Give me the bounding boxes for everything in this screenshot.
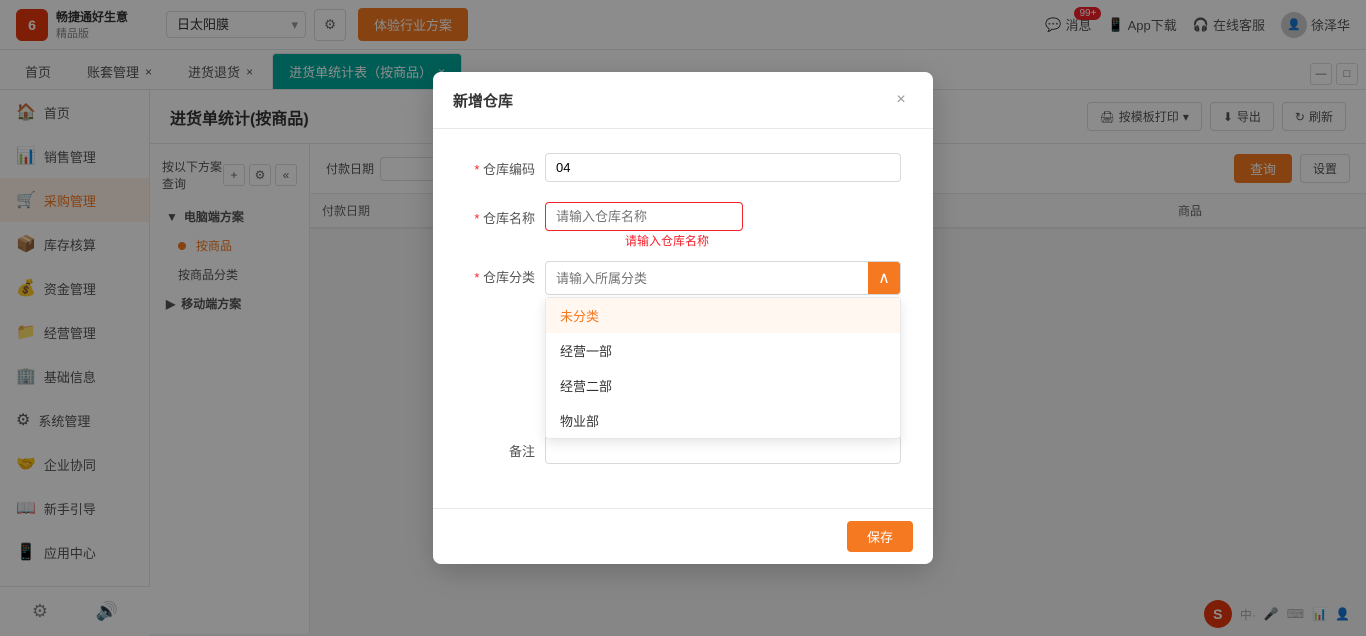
category-input-row: ∧ (545, 261, 901, 295)
code-label: 仓库编码 (465, 153, 545, 178)
code-input[interactable] (545, 153, 901, 182)
dropdown-item-uncategorized[interactable]: 未分类 (546, 298, 900, 333)
dialog-close-button[interactable]: × (889, 88, 913, 112)
name-label: 仓库名称 (465, 202, 545, 227)
category-input[interactable] (546, 265, 868, 292)
name-input[interactable] (545, 202, 743, 231)
dropdown-item-ops2[interactable]: 经营二部 (546, 368, 900, 403)
category-input-wrap: ∧ 未分类 经营一部 经营二部 物业部 (545, 261, 901, 295)
note-label: 备注 (465, 435, 545, 460)
category-label: 仓库分类 (465, 261, 545, 286)
modal-overlay: 新增仓库 × 仓库编码 仓库名称 请输入仓库名称 仓库分类 (0, 0, 1366, 636)
save-button[interactable]: 保存 (847, 521, 913, 552)
dropdown-item-ops1[interactable]: 经营一部 (546, 333, 900, 368)
category-dropdown: 未分类 经营一部 经营二部 物业部 (545, 297, 901, 439)
dialog-footer: 保存 (433, 508, 933, 564)
category-form-row: 仓库分类 ∧ 未分类 经营一部 经营二部 物业部 (465, 261, 901, 295)
code-form-row: 仓库编码 (465, 153, 901, 182)
dialog-body: 仓库编码 仓库名称 请输入仓库名称 仓库分类 ∧ (433, 129, 933, 508)
note-form-row: 备注 (465, 435, 901, 464)
dropdown-item-property[interactable]: 物业部 (546, 403, 900, 438)
name-error-message: 请输入仓库名称 (625, 232, 709, 249)
dialog-header: 新增仓库 × (433, 72, 933, 129)
name-input-wrap: 请输入仓库名称 (545, 202, 901, 231)
dialog-title: 新增仓库 (453, 90, 513, 111)
add-warehouse-dialog: 新增仓库 × 仓库编码 仓库名称 请输入仓库名称 仓库分类 (433, 72, 933, 564)
name-form-row: 仓库名称 请输入仓库名称 (465, 202, 901, 231)
note-input[interactable] (545, 435, 901, 464)
category-toggle-button[interactable]: ∧ (868, 262, 900, 294)
